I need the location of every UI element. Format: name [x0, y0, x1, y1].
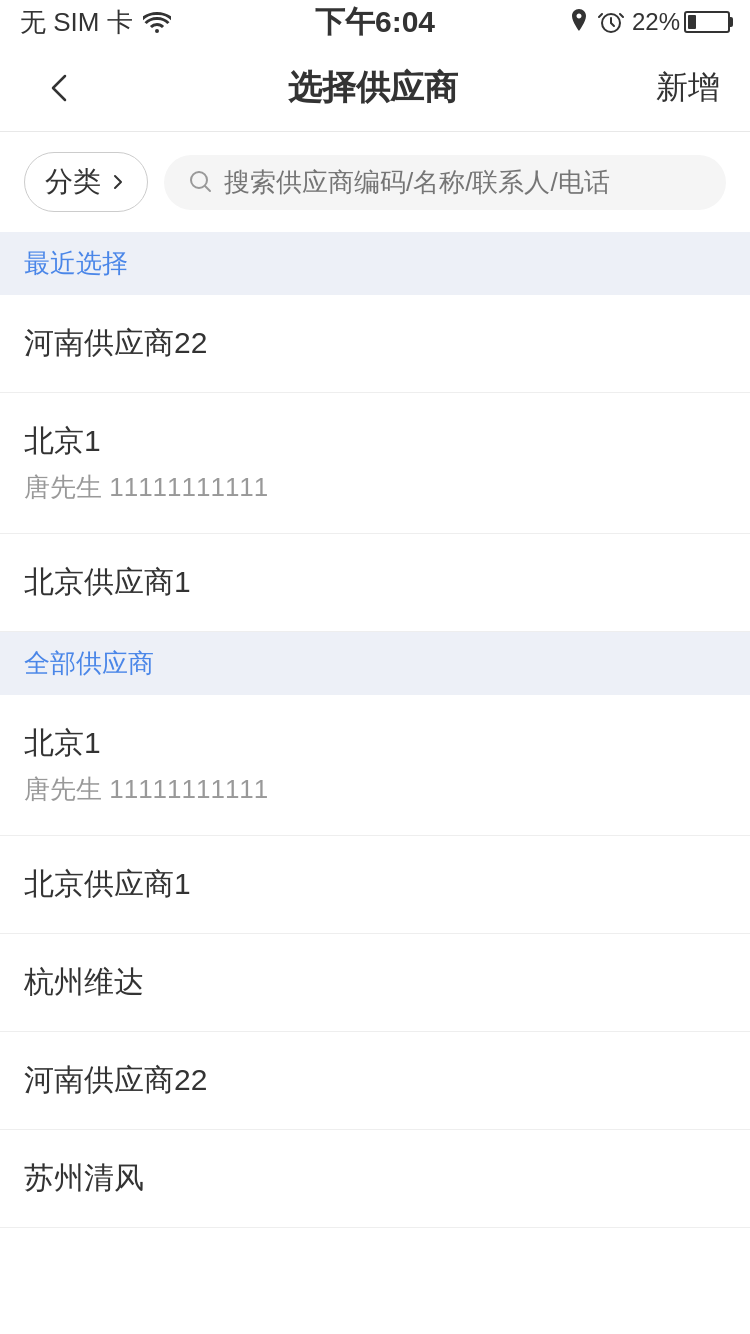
all-section-header: 全部供应商	[0, 632, 750, 695]
status-right: 22%	[568, 8, 730, 36]
back-button[interactable]	[30, 58, 90, 118]
list-item[interactable]: 杭州维达	[0, 934, 750, 1032]
list-item[interactable]: 北京1 唐先生 11111111111	[0, 695, 750, 836]
battery: 22%	[632, 8, 730, 36]
add-button[interactable]: 新增	[656, 66, 720, 110]
list-item[interactable]: 河南供应商22	[0, 1032, 750, 1130]
item-sub: 唐先生 11111111111	[24, 470, 726, 505]
wifi-icon	[143, 11, 171, 33]
recent-section-label: 最近选择	[24, 248, 128, 278]
search-input[interactable]	[224, 167, 702, 198]
search-input-wrap[interactable]	[164, 155, 726, 210]
list-item[interactable]: 河南供应商22	[0, 295, 750, 393]
item-name: 杭州维达	[24, 962, 726, 1003]
carrier-text: 无 SIM 卡	[20, 5, 133, 40]
list-item[interactable]: 北京供应商1	[0, 534, 750, 632]
recent-section-header: 最近选择	[0, 232, 750, 295]
battery-percentage: 22%	[632, 8, 680, 36]
recent-items-list: 河南供应商22 北京1 唐先生 11111111111 北京供应商1	[0, 295, 750, 632]
alarm-icon	[598, 9, 624, 35]
page-title: 选择供应商	[288, 65, 458, 111]
search-icon	[188, 169, 214, 195]
back-icon	[42, 70, 78, 106]
item-name: 北京供应商1	[24, 864, 726, 905]
search-area: 分类	[0, 132, 750, 232]
item-name: 北京1	[24, 421, 726, 462]
list-item[interactable]: 北京1 唐先生 11111111111	[0, 393, 750, 534]
item-name: 苏州清风	[24, 1158, 726, 1199]
category-label: 分类	[45, 163, 101, 201]
category-button[interactable]: 分类	[24, 152, 148, 212]
chevron-right-icon	[109, 173, 127, 191]
item-phone: 11111111111	[109, 472, 268, 502]
status-bar: 无 SIM 卡 下午6:04 22%	[0, 0, 750, 44]
list-item[interactable]: 北京供应商1	[0, 836, 750, 934]
item-name: 河南供应商22	[24, 1060, 726, 1101]
status-left: 无 SIM 卡	[20, 5, 171, 40]
item-sub: 唐先生 11111111111	[24, 772, 726, 807]
item-name: 北京1	[24, 723, 726, 764]
item-name: 河南供应商22	[24, 323, 726, 364]
item-phone: 11111111111	[109, 774, 268, 804]
item-contact: 唐先生	[24, 472, 102, 502]
all-items-list: 北京1 唐先生 11111111111 北京供应商1 杭州维达 河南供应商22 …	[0, 695, 750, 1228]
nav-bar: 选择供应商 新增	[0, 44, 750, 132]
battery-bar	[684, 11, 730, 33]
location-icon	[568, 8, 590, 36]
item-contact: 唐先生	[24, 774, 102, 804]
list-item[interactable]: 苏州清风	[0, 1130, 750, 1228]
all-section-label: 全部供应商	[24, 648, 154, 678]
status-time: 下午6:04	[315, 2, 435, 43]
battery-fill	[688, 15, 696, 29]
item-name: 北京供应商1	[24, 562, 726, 603]
